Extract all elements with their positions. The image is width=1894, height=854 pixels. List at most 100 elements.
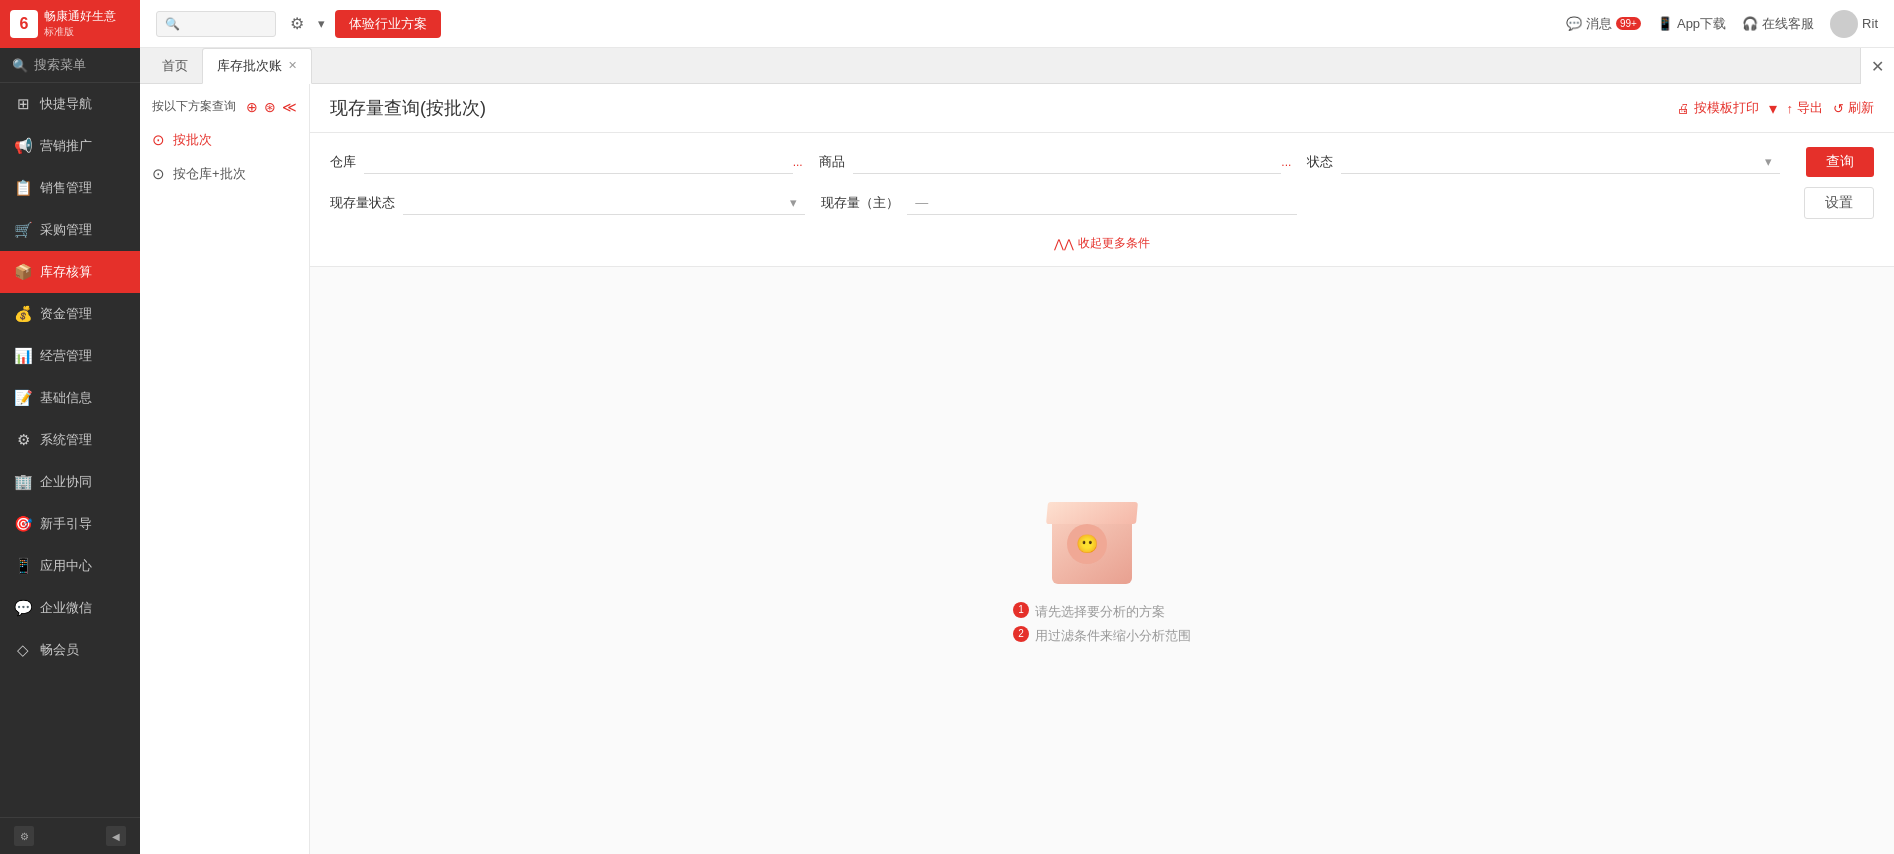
sidebar-footer: ⚙ ◀ bbox=[0, 817, 140, 854]
app-title: 畅康通好生意 bbox=[44, 9, 116, 25]
divider1: ▾ bbox=[1769, 99, 1777, 118]
plan-item-warehouse-batch[interactable]: ⊙ 按仓库+批次 bbox=[140, 157, 309, 191]
nav-label-sales: 销售管理 bbox=[40, 179, 92, 197]
sidebar-item-sales[interactable]: 📋 销售管理 bbox=[0, 167, 140, 209]
inventory-batch-tab-label: 库存批次账 bbox=[217, 57, 282, 75]
warehouse-more-btn[interactable]: ... bbox=[793, 155, 803, 169]
page-header: 现存量查询(按批次) 🖨 按模板打印 ▾ ↑ 导出 ↺ 刷新 bbox=[310, 84, 1894, 133]
tab-close-icon[interactable]: ✕ bbox=[288, 59, 297, 72]
username-label: Rit bbox=[1862, 16, 1878, 31]
stock-quantity-range[interactable]: — bbox=[907, 191, 1296, 215]
nav-icon-app: 📱 bbox=[14, 557, 32, 575]
tabbar: 首页 库存批次账 ✕ ✕ bbox=[140, 48, 1894, 84]
app-download-action[interactable]: 📱 App下载 bbox=[1657, 15, 1726, 33]
sidebar-item-wechat[interactable]: 💬企业微信 bbox=[0, 587, 140, 629]
warehouse-batch-icon: ⊙ bbox=[152, 165, 165, 183]
dropdown-icon[interactable]: ▾ bbox=[318, 16, 325, 31]
nav-label-enterprise: 企业协同 bbox=[40, 473, 92, 491]
empty-tips: 1 请先选择要分析的方案 2 用过滤条件来缩小分析范围 bbox=[1013, 600, 1191, 647]
tab-inventory-batch[interactable]: 库存批次账 ✕ bbox=[202, 48, 312, 84]
nav-icon-inventory: 📦 bbox=[14, 263, 32, 281]
sidebar-item-purchase[interactable]: 🛒采购管理 bbox=[0, 209, 140, 251]
left-panel: 按以下方案查询 ⊕ ⊛ ≪ ⊙ 按批次 ⊙ 按仓库+批次 bbox=[140, 84, 310, 854]
export-label: 导出 bbox=[1797, 99, 1823, 117]
add-plan-btn[interactable]: ⊕ bbox=[246, 99, 258, 115]
sidebar-item-guide[interactable]: 🎯 新手引导 bbox=[0, 503, 140, 545]
sidebar-item-operation[interactable]: 📊经营管理 bbox=[0, 335, 140, 377]
nav-icon-marketing: 📢 bbox=[14, 137, 32, 155]
app-logo: 6 bbox=[10, 10, 38, 38]
main-area: 🔍 ⚙ ▾ 体验行业方案 💬 消息 99+ 📱 App下载 🎧 在线客服 Rit bbox=[140, 0, 1894, 854]
settings-button[interactable]: 设置 bbox=[1804, 187, 1874, 219]
content-area: 按以下方案查询 ⊕ ⊛ ≪ ⊙ 按批次 ⊙ 按仓库+批次 现存量查询(按批次) bbox=[140, 84, 1894, 854]
sidebar-item-quick[interactable]: ⊞快捷导航 bbox=[0, 83, 140, 125]
sidebar-item-marketing[interactable]: 📢 营销推广 bbox=[0, 125, 140, 167]
sidebar-item-basic[interactable]: 📝基础信息 bbox=[0, 377, 140, 419]
refresh-btn[interactable]: ↺ 刷新 bbox=[1833, 99, 1874, 117]
query-button[interactable]: 查询 bbox=[1806, 147, 1874, 177]
settings-btn[interactable]: ⚙ bbox=[14, 826, 34, 846]
nav-label-quick: 快捷导航 bbox=[40, 95, 92, 113]
nav-icon-sales: 📋 bbox=[14, 179, 32, 197]
sidebar-header: 6 畅康通好生意 标准版 bbox=[0, 0, 140, 48]
topbar-search[interactable]: 🔍 bbox=[156, 11, 276, 37]
sidebar-item-member[interactable]: ◇畅会员 bbox=[0, 629, 140, 671]
export-btn[interactable]: ↑ 导出 bbox=[1787, 99, 1824, 117]
nav-icon-basic: 📝 bbox=[14, 389, 32, 407]
product-more-btn[interactable]: ... bbox=[1281, 155, 1291, 169]
tab-home[interactable]: 首页 bbox=[148, 48, 202, 84]
sidebar-item-app[interactable]: 📱应用中心 bbox=[0, 545, 140, 587]
warehouse-input[interactable] bbox=[364, 150, 793, 174]
tip-text-1: 请先选择要分析的方案 bbox=[1035, 600, 1165, 623]
plan-item-batch[interactable]: ⊙ 按批次 bbox=[140, 123, 309, 157]
panel-title: 按以下方案查询 bbox=[152, 98, 236, 115]
nav-icon-guide: 🎯 bbox=[14, 515, 32, 533]
nav-icon-finance: 💰 bbox=[14, 305, 32, 323]
print-btn[interactable]: 🖨 按模板打印 bbox=[1677, 99, 1759, 117]
global-close-btn[interactable]: ✕ bbox=[1860, 48, 1894, 84]
sidebar-item-system[interactable]: ⚙系统管理 bbox=[0, 419, 140, 461]
panel-actions: ⊕ ⊛ ≪ bbox=[246, 99, 297, 115]
nav-label-marketing: 营销推广 bbox=[40, 137, 92, 155]
stock-quantity-label: 现存量（主） bbox=[821, 194, 899, 212]
collapse-panel-btn[interactable]: ≪ bbox=[282, 99, 297, 115]
avatar bbox=[1830, 10, 1858, 38]
search-label: 搜索菜单 bbox=[34, 56, 86, 74]
collapse-row[interactable]: ⋀⋀ 收起更多条件 bbox=[330, 229, 1874, 252]
online-service-action[interactable]: 🎧 在线客服 bbox=[1742, 15, 1814, 33]
product-input[interactable] bbox=[853, 150, 1282, 174]
search-icon: 🔍 bbox=[12, 58, 28, 73]
sidebar-search[interactable]: 🔍 搜索菜单 bbox=[0, 48, 140, 83]
filter-row-2: 现存量状态 ▾ 现存量（主） — 设置 bbox=[330, 187, 1874, 219]
status-dropdown[interactable]: ▾ bbox=[1341, 150, 1780, 174]
online-service-label: 在线客服 bbox=[1762, 15, 1814, 33]
sidebar-item-finance[interactable]: 💰资金管理 bbox=[0, 293, 140, 335]
status-label: 状态 bbox=[1307, 153, 1333, 171]
tip-item-2: 2 用过滤条件来缩小分析范围 bbox=[1013, 624, 1191, 647]
stock-status-dropdown[interactable]: ▾ bbox=[403, 191, 805, 215]
message-action[interactable]: 💬 消息 99+ bbox=[1566, 15, 1641, 33]
sidebar-item-enterprise[interactable]: 🏢企业协同 bbox=[0, 461, 140, 503]
dropdown-arrow-icon: ▾ bbox=[1765, 154, 1772, 169]
warehouse-batch-label: 按仓库+批次 bbox=[173, 165, 246, 183]
export-icon: ↑ bbox=[1787, 101, 1794, 116]
tip-num-1: 1 bbox=[1013, 602, 1029, 618]
sidebar: 6 畅康通好生意 标准版 🔍 搜索菜单 ⊞快捷导航 📢 营销推广 📋 销售管理 🛒采购管理… bbox=[0, 0, 140, 854]
nav-label-member: 畅会员 bbox=[40, 641, 79, 659]
settings-icon[interactable]: ⚙ bbox=[286, 10, 308, 37]
batch-label: 按批次 bbox=[173, 131, 212, 149]
headset-icon: 🎧 bbox=[1742, 16, 1758, 31]
sidebar-item-inventory[interactable]: 📦库存核算 bbox=[0, 251, 140, 293]
user-avatar[interactable]: Rit bbox=[1830, 10, 1878, 38]
trial-button[interactable]: 体验行业方案 bbox=[335, 10, 441, 38]
collapse-up-icon: ⋀⋀ bbox=[1054, 237, 1074, 251]
nav-icon-wechat: 💬 bbox=[14, 599, 32, 617]
home-tab-label: 首页 bbox=[162, 57, 188, 75]
collapse-btn[interactable]: ◀ bbox=[106, 826, 126, 846]
nav-icon-purchase: 🛒 bbox=[14, 221, 32, 239]
collapse-label: 收起更多条件 bbox=[1078, 235, 1150, 252]
tip-item-1: 1 请先选择要分析的方案 bbox=[1013, 600, 1191, 623]
nav-label-operation: 经营管理 bbox=[40, 347, 92, 365]
settings-plan-btn[interactable]: ⊛ bbox=[264, 99, 276, 115]
nav-label-guide: 新手引导 bbox=[40, 515, 92, 533]
